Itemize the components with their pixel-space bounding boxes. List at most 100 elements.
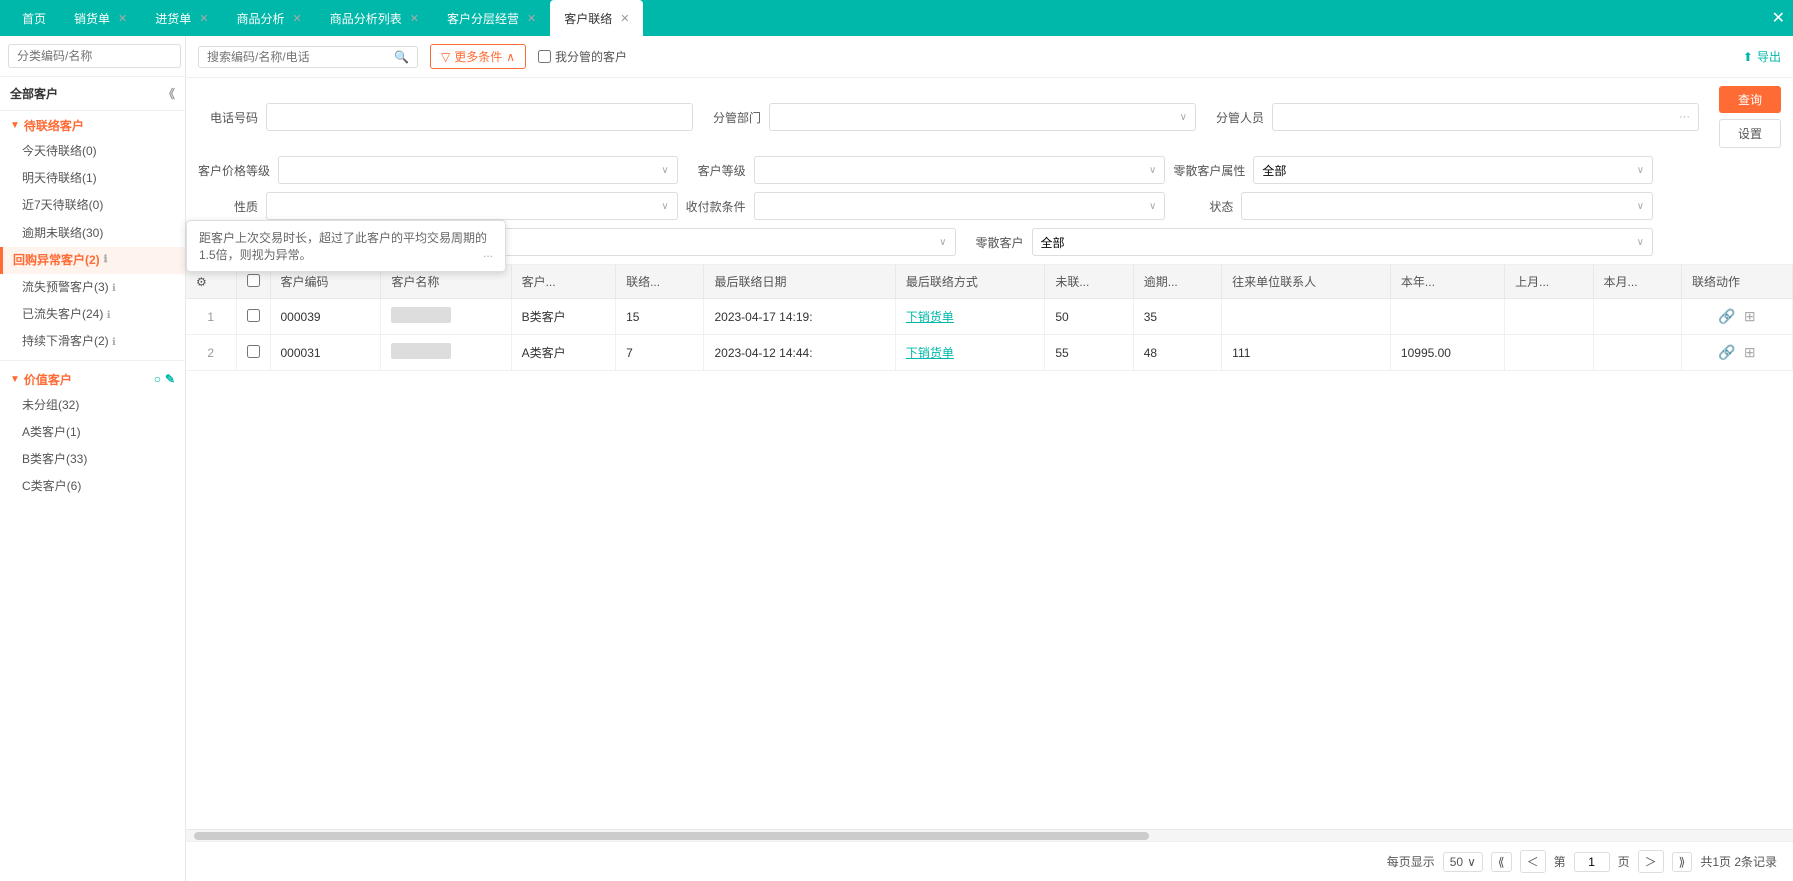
chevron-down-icon: ∨ bbox=[1149, 165, 1156, 176]
page-number-input[interactable] bbox=[1574, 852, 1610, 872]
uncontacted-cell: 55 bbox=[1045, 335, 1133, 371]
sidebar-group-pending-contact[interactable]: ▼ 待联络客户 bbox=[0, 111, 185, 138]
last-page-button[interactable]: ⟫ bbox=[1672, 852, 1693, 872]
prev-page-button[interactable]: ＜ bbox=[1520, 850, 1546, 873]
contact-count-cell: 15 bbox=[616, 299, 704, 335]
sidebar-item-churned[interactable]: 已流失客户(24) ℹ bbox=[0, 301, 185, 328]
row-checkbox-cell[interactable] bbox=[236, 335, 270, 371]
chevron-down-icon: ∨ bbox=[1637, 201, 1644, 212]
query-button[interactable]: 查询 bbox=[1719, 86, 1781, 113]
search-bar: 🔍 ▽ 更多条件 ∧ 我分管的客户 ⬆ 导出 bbox=[186, 36, 1793, 78]
filter-person: 分管人员 ··· bbox=[1204, 103, 1699, 131]
phone-input[interactable] bbox=[266, 103, 693, 131]
sidebar-group-repurchase-abnormal[interactable]: 回购异常客户(2) ℹ bbox=[0, 247, 185, 274]
close-icon[interactable]: ✕ bbox=[527, 12, 536, 25]
close-icon[interactable]: ✕ bbox=[199, 12, 208, 25]
sidebar-item-a-class[interactable]: A类客户(1) bbox=[0, 419, 185, 446]
info-icon: ℹ bbox=[104, 252, 108, 268]
contact-person-cell bbox=[1222, 299, 1391, 335]
overdue-cell: 48 bbox=[1133, 335, 1221, 371]
sidebar-item-c-class[interactable]: C类客户(6) bbox=[0, 473, 185, 500]
price-level-select[interactable]: ∨ bbox=[278, 156, 678, 184]
sidebar-search-input[interactable] bbox=[8, 44, 181, 68]
last-contact-method-cell[interactable]: 下销货单 bbox=[895, 335, 1044, 371]
tab-sales-order[interactable]: 销货单 ✕ bbox=[60, 0, 141, 36]
sidebar-item-7day-contact[interactable]: 近7天待联络(0) bbox=[0, 192, 185, 219]
sidebar-item-overdue-contact[interactable]: 逾期未联络(30) bbox=[0, 220, 185, 247]
sidebar-item-ungrouped[interactable]: 未分组(32) bbox=[0, 392, 185, 419]
status-select[interactable]: ∨ bbox=[1241, 192, 1653, 220]
uncontacted-cell: 50 bbox=[1045, 299, 1133, 335]
person-select[interactable]: ··· bbox=[1272, 103, 1699, 131]
retail-customer-select[interactable]: 全部 ∨ bbox=[1032, 228, 1654, 256]
sidebar-group-value-customer[interactable]: ▼ 价值客户 ○ ✎ bbox=[0, 365, 185, 392]
filter-customer-level: 客户等级 ∨ bbox=[686, 156, 1166, 184]
my-customers-check[interactable] bbox=[538, 50, 551, 63]
first-page-button[interactable]: ⟪ bbox=[1491, 852, 1512, 872]
tab-customer-tiering[interactable]: 客户分层经营 ✕ bbox=[433, 0, 550, 36]
sidebar-item-declining[interactable]: 持续下滑客户(2) ℹ bbox=[0, 328, 185, 355]
action-grid-icon[interactable]: ⊞ bbox=[1744, 344, 1756, 361]
sidebar-item-today-contact[interactable]: 今天待联络(0) bbox=[0, 138, 185, 165]
this-year-cell bbox=[1390, 299, 1504, 335]
edit-icon[interactable]: ○ bbox=[154, 372, 161, 386]
window-close-icon[interactable]: ✕ bbox=[1772, 8, 1785, 28]
col-last-month: 上月... bbox=[1505, 265, 1593, 299]
tab-home[interactable]: 首页 bbox=[8, 0, 60, 36]
sidebar-item-tomorrow-contact[interactable]: 明天待联络(1) bbox=[0, 165, 185, 192]
tab-customer-contact[interactable]: 客户联络 ✕ bbox=[550, 0, 643, 36]
close-icon[interactable]: ✕ bbox=[410, 12, 419, 25]
filter-status: 状态 ∨ bbox=[1173, 192, 1653, 220]
more-filter-button[interactable]: ▽ 更多条件 ∧ bbox=[430, 44, 526, 69]
action-link-icon[interactable]: 🔗 bbox=[1718, 308, 1735, 325]
settings-button[interactable]: 设置 bbox=[1719, 119, 1781, 148]
close-icon[interactable]: ✕ bbox=[620, 12, 629, 25]
last-contact-method-cell[interactable]: 下销货单 bbox=[895, 299, 1044, 335]
action-cell: 🔗 ⊞ bbox=[1681, 335, 1792, 371]
tab-purchase-order[interactable]: 进货单 ✕ bbox=[141, 0, 222, 36]
col-last-contact-method: 最后联络方式 bbox=[895, 265, 1044, 299]
scrollbar-thumb[interactable] bbox=[194, 832, 1149, 840]
row-checkbox[interactable] bbox=[247, 309, 260, 322]
export-button[interactable]: ⬆ 导出 bbox=[1743, 48, 1781, 65]
sidebar-item-b-class[interactable]: B类客户(33) bbox=[0, 446, 185, 473]
payment-select[interactable]: ∨ bbox=[754, 192, 1166, 220]
customer-type-cell: A类客户 bbox=[511, 335, 615, 371]
row-number: 1 bbox=[186, 299, 236, 335]
top-nav: 首页 销货单 ✕ 进货单 ✕ 商品分析 ✕ 商品分析列表 ✕ 客户分层经营 ✕ … bbox=[0, 0, 1793, 36]
row-checkbox-cell[interactable] bbox=[236, 299, 270, 335]
per-page-select[interactable]: 50 ∨ bbox=[1443, 852, 1483, 872]
tab-product-analysis[interactable]: 商品分析 ✕ bbox=[222, 0, 315, 36]
search-input[interactable] bbox=[207, 50, 394, 64]
action-link-icon[interactable]: 🔗 bbox=[1718, 344, 1735, 361]
dept-select[interactable]: ∨ bbox=[769, 103, 1196, 131]
this-year-cell: 10995.00 bbox=[1390, 335, 1504, 371]
retail-attr-select[interactable]: 全部 ∨ bbox=[1253, 156, 1653, 184]
col-customer-type: 客户... bbox=[511, 265, 615, 299]
gender-select[interactable]: ∨ bbox=[266, 192, 678, 220]
collapse-icon[interactable]: 《 bbox=[163, 85, 175, 102]
horizontal-scrollbar[interactable] bbox=[186, 829, 1793, 841]
tab-product-analysis-list[interactable]: 商品分析列表 ✕ bbox=[316, 0, 433, 36]
filter-action-buttons: 查询 设置 bbox=[1719, 86, 1781, 148]
search-icon[interactable]: 🔍 bbox=[394, 50, 409, 64]
add-icon[interactable]: ✎ bbox=[165, 372, 175, 386]
col-contact-count: 联络... bbox=[616, 265, 704, 299]
row-checkbox[interactable] bbox=[247, 345, 260, 358]
my-customers-checkbox[interactable]: 我分管的客户 bbox=[538, 48, 627, 65]
tooltip-close-icon[interactable]: ... bbox=[483, 246, 493, 260]
col-action: 联络动作 bbox=[1681, 265, 1792, 299]
overdue-cell: 35 bbox=[1133, 299, 1221, 335]
next-page-button[interactable]: ＞ bbox=[1638, 850, 1664, 873]
select-all-checkbox[interactable] bbox=[247, 274, 260, 287]
sidebar-item-churn-warning[interactable]: 流失预警客户(3) ℹ bbox=[0, 274, 185, 301]
last-contact-date-cell: 2023-04-12 14:44: bbox=[704, 335, 895, 371]
close-icon[interactable]: ✕ bbox=[293, 12, 302, 25]
filter-retail-customer: 零散客户 全部 ∨ bbox=[964, 228, 1654, 256]
chevron-down-icon: ∨ bbox=[1637, 165, 1644, 176]
close-icon[interactable]: ✕ bbox=[118, 12, 127, 25]
this-month-cell bbox=[1593, 299, 1681, 335]
action-grid-icon[interactable]: ⊞ bbox=[1744, 308, 1756, 325]
gear-icon[interactable]: ⚙ bbox=[196, 275, 207, 289]
customer-level-select[interactable]: ∨ bbox=[754, 156, 1166, 184]
